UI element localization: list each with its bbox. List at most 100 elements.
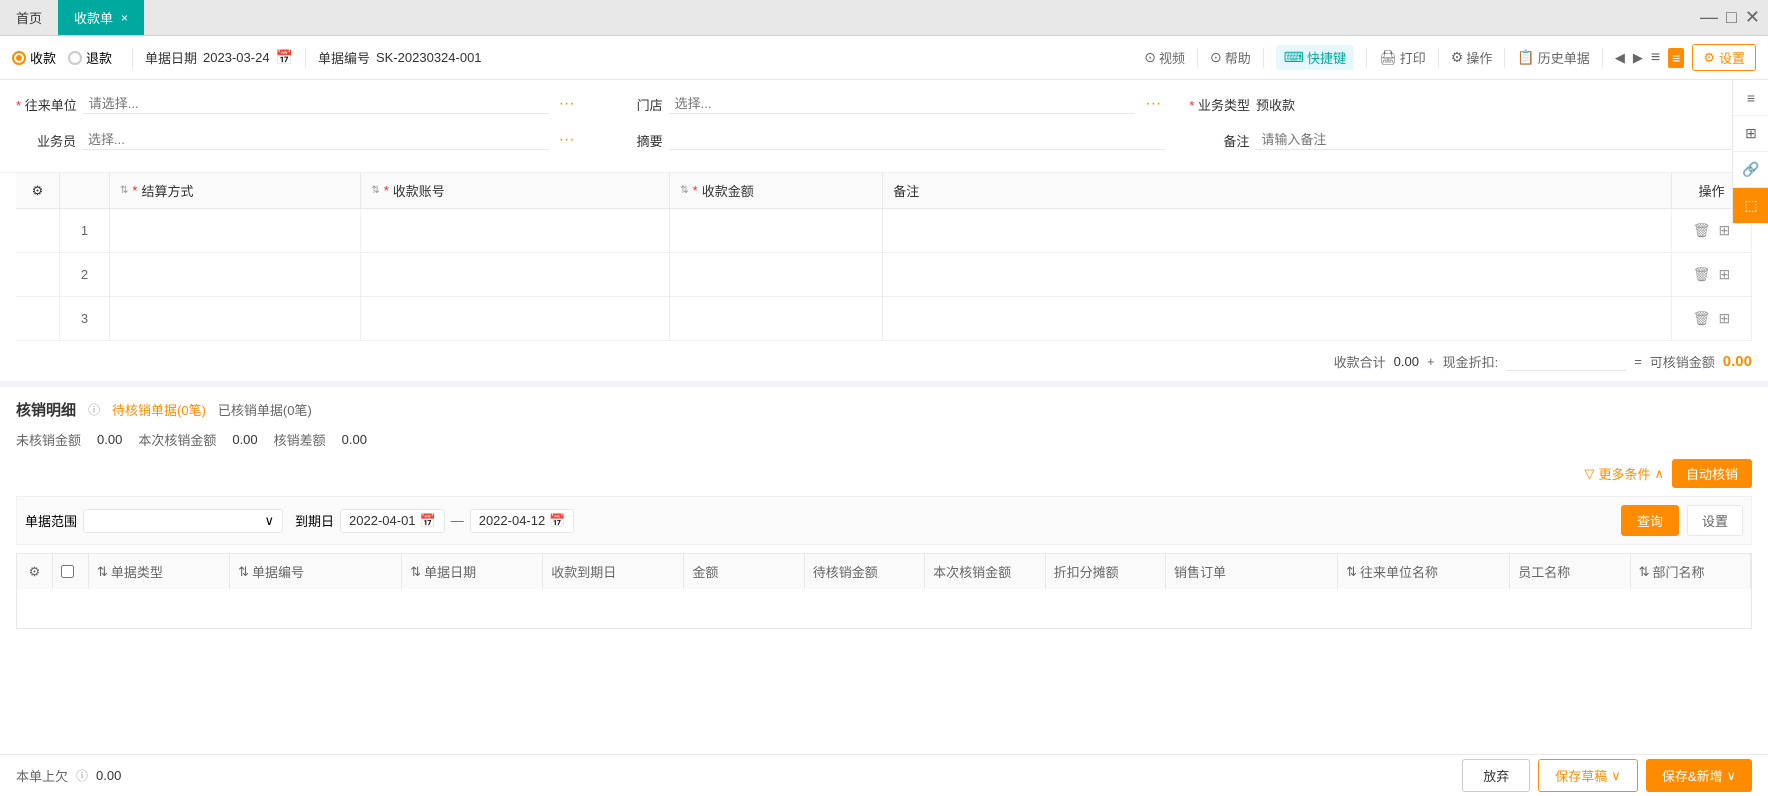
tab-bar-right: — □ ✕: [1700, 7, 1768, 28]
table-cell-account-2[interactable]: [361, 253, 670, 296]
salesperson-dots-btn[interactable]: ···: [555, 131, 579, 149]
delete-icon-3[interactable]: 🗑: [1693, 310, 1711, 327]
salesperson-label: 业务员: [16, 131, 76, 150]
table-gear-icon-verify[interactable]: ⚙: [29, 564, 41, 580]
action-help[interactable]: ⊙ 帮助: [1210, 48, 1251, 67]
verify-header-number: ⇅ 单据编号: [230, 554, 402, 589]
discount-input[interactable]: [1506, 351, 1626, 371]
window-maximize-icon[interactable]: □: [1726, 7, 1737, 28]
verify-header-dept: ⇅ 部门名称: [1631, 554, 1751, 589]
table-cell-amount-2[interactable]: [670, 253, 883, 296]
remark-input[interactable]: [1255, 130, 1752, 150]
range-dropdown-icon: ∨: [265, 513, 275, 529]
radio-receipt[interactable]: 收款: [12, 48, 56, 67]
tab-active[interactable]: 收款单 ×: [58, 0, 144, 35]
partner-field: * 往来单位 ···: [16, 90, 579, 118]
range-select[interactable]: ∨: [83, 509, 283, 533]
business-type-field: * 业务类型 预收款 ∨: [1189, 90, 1752, 118]
table-cell-amount-1[interactable]: [670, 209, 883, 252]
table-cell-account-1[interactable]: [361, 209, 670, 252]
right-panel-icon-2[interactable]: ⊞: [1733, 116, 1768, 152]
copy-icon-2[interactable]: ⊞: [1719, 266, 1731, 283]
partner-input[interactable]: [83, 94, 549, 114]
tab-home[interactable]: 首页: [0, 0, 58, 35]
nav-next-icon[interactable]: ▶: [1633, 50, 1643, 66]
radio-refund[interactable]: 退款: [68, 48, 112, 67]
right-panel-icon-3[interactable]: 🔗: [1733, 152, 1768, 188]
table-cell-remark-2[interactable]: [883, 253, 1672, 296]
table-cell-gear-1: [16, 209, 60, 252]
select-all-checkbox[interactable]: [61, 565, 74, 578]
verify-filter-row: ▽ 更多条件 ∧ 自动核销: [16, 459, 1752, 488]
right-panel-icon-4[interactable]: ⬚: [1733, 188, 1768, 224]
date-end-input[interactable]: 2022-04-12 📅: [470, 509, 575, 533]
window-close-icon[interactable]: ✕: [1745, 7, 1760, 28]
table-cell-settlement-2[interactable]: [110, 253, 361, 296]
range-label: 单据范围: [25, 511, 77, 530]
copy-icon-3[interactable]: ⊞: [1719, 310, 1731, 327]
right-panel-icon-1[interactable]: ≡: [1733, 80, 1768, 116]
tab-pending[interactable]: 待核销单据(0笔): [112, 400, 206, 419]
table-header-remark: 备注: [883, 173, 1672, 208]
table-cell-amount-3[interactable]: [670, 297, 883, 340]
partner-dots-btn[interactable]: ···: [555, 95, 579, 113]
salesperson-input[interactable]: [82, 130, 549, 150]
table-cell-remark-1[interactable]: [883, 209, 1672, 252]
tab-active-label: 收款单: [74, 8, 113, 27]
table-cell-index-1: 1: [60, 209, 110, 252]
limit-info-icon[interactable]: ⓘ: [76, 767, 88, 784]
verify-filter-row-2: 单据范围 ∨ 到期日 2022-04-01 📅 — 2022-04-12 📅: [16, 496, 1752, 545]
verify-info-icon[interactable]: ⓘ: [88, 401, 100, 418]
query-button[interactable]: 查询: [1621, 505, 1679, 536]
action-print[interactable]: 🖨 打印: [1379, 48, 1426, 67]
verify-header-salesorder: 销售订单: [1166, 554, 1338, 589]
setting-button-2[interactable]: 设置: [1687, 505, 1743, 536]
date-value: 2023-03-24: [203, 50, 270, 65]
verify-title-row: 核销明细 ⓘ 待核销单据(0笔) 已核销单据(0笔): [16, 399, 1752, 420]
table-cell-remark-3[interactable]: [883, 297, 1672, 340]
nav-grid-icon[interactable]: ≡: [1668, 48, 1684, 68]
action-operation[interactable]: ⚙ 操作: [1451, 48, 1493, 67]
sort-icon-number: ⇅: [238, 564, 249, 580]
delete-icon-1[interactable]: 🗑: [1693, 222, 1711, 239]
table-header-gear[interactable]: ⚙: [16, 173, 60, 208]
save-new-button[interactable]: 保存&新增 ∨: [1646, 759, 1752, 792]
gear-icon: ⚙: [1703, 50, 1715, 66]
calendar-end-icon[interactable]: 📅: [549, 513, 565, 529]
filter-buttons: 查询 设置: [1621, 505, 1743, 536]
shop-input[interactable]: [669, 94, 1136, 114]
window-minimize-icon[interactable]: —: [1700, 7, 1718, 28]
copy-icon-1[interactable]: ⊞: [1719, 222, 1731, 239]
action-video[interactable]: ⊙ 视频: [1144, 48, 1185, 67]
table-cell-account-3[interactable]: [361, 297, 670, 340]
verify-header-pending: 待核销金额: [805, 554, 925, 589]
summary-input[interactable]: [669, 130, 1166, 150]
more-conditions-btn[interactable]: ▽ 更多条件 ∧: [1584, 464, 1664, 483]
table-cell-gear-3: [16, 297, 60, 340]
table-cell-settlement-3[interactable]: [110, 297, 361, 340]
abandon-button[interactable]: 放弃: [1462, 759, 1530, 792]
calendar-start-icon[interactable]: 📅: [420, 513, 436, 529]
nav-list-icon[interactable]: ≡: [1651, 49, 1660, 67]
calendar-icon[interactable]: 📅: [276, 49, 293, 66]
shop-field: 门店 ···: [603, 90, 1166, 118]
bottom-actions: 放弃 保存草稿 ∨ 保存&新增 ∨: [1462, 759, 1752, 792]
setting-button[interactable]: ⚙ 设置: [1692, 44, 1756, 71]
business-type-label: * 业务类型: [1189, 95, 1250, 114]
tab-close-icon[interactable]: ×: [121, 11, 128, 25]
nav-prev-icon[interactable]: ◀: [1615, 50, 1625, 66]
number-label: 单据编号: [318, 48, 370, 67]
summary-row: 收款合计 0.00 + 现金折扣: = 可核销金额 0.00: [0, 341, 1768, 381]
table-cell-settlement-1[interactable]: [110, 209, 361, 252]
auto-verify-button[interactable]: 自动核销: [1672, 459, 1752, 488]
action-shortcut[interactable]: ⌨ 快捷键: [1276, 45, 1354, 70]
action-history[interactable]: 📋 历史单据: [1517, 48, 1589, 67]
help-icon: ⊙: [1210, 49, 1222, 66]
verify-header-checkbox[interactable]: [53, 554, 89, 589]
due-date-label: 到期日: [295, 511, 334, 530]
tab-done[interactable]: 已核销单据(0笔): [218, 400, 312, 419]
delete-icon-2[interactable]: 🗑: [1693, 266, 1711, 283]
save-draft-button[interactable]: 保存草稿 ∨: [1538, 759, 1638, 792]
shop-dots-btn[interactable]: ···: [1141, 95, 1165, 113]
date-start-input[interactable]: 2022-04-01 📅: [340, 509, 445, 533]
